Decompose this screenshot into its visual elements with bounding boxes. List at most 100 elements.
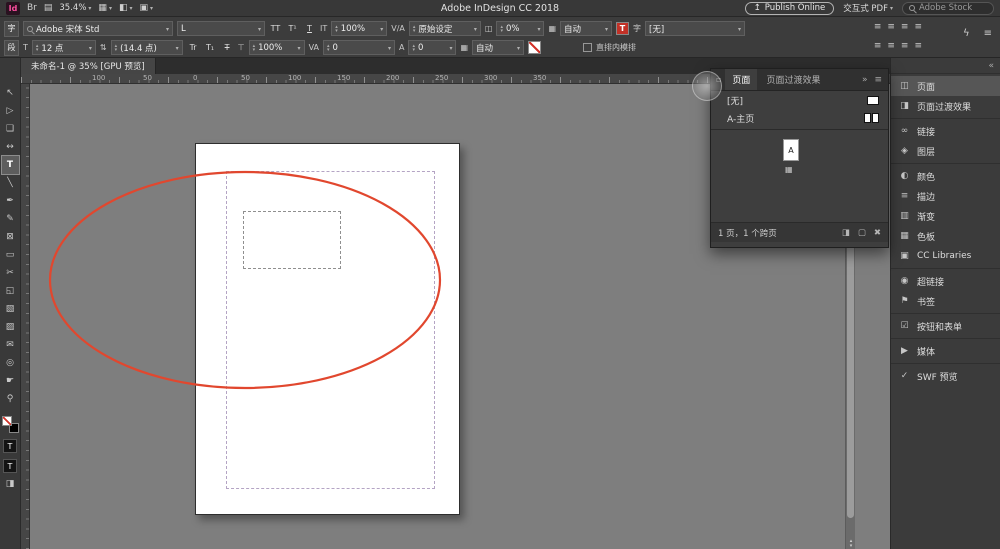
panel-menu-icon[interactable]: ≡ xyxy=(874,75,882,85)
horizontal-scale-select[interactable]: 100% xyxy=(249,40,305,55)
pen-tool[interactable]: ✒ xyxy=(2,192,19,210)
kerning-select[interactable]: 原始设定 xyxy=(409,21,481,36)
dock-item-pages[interactable]: ◫ 页面 xyxy=(891,76,1000,96)
master-row-none[interactable]: [无] xyxy=(711,91,888,109)
tab-page-transitions[interactable]: 页面过渡效果 xyxy=(759,69,827,90)
adaptive-layout-icon[interactable]: ϟ xyxy=(963,28,970,39)
gradient-feather-tool[interactable]: ▨ xyxy=(2,318,19,336)
font-family-select[interactable]: Adobe 宋体 Std xyxy=(23,21,173,36)
zoom-level-select[interactable]: 35.4% xyxy=(59,3,91,13)
red-ellipse-shape[interactable] xyxy=(50,172,440,388)
vertical-scale-select[interactable]: 100% xyxy=(331,21,387,36)
character-formatting-toggle[interactable]: 字 xyxy=(4,21,19,37)
delete-page-icon[interactable]: ✖ xyxy=(874,228,881,238)
view-options-button[interactable]: ▦ xyxy=(98,3,112,13)
proportional-spacing-select[interactable]: 0% xyxy=(496,21,544,36)
gap-tool[interactable]: ↔ xyxy=(2,138,19,156)
align-justify-all-icon[interactable]: ≡ xyxy=(914,41,922,51)
stepper-icon[interactable] xyxy=(327,44,330,52)
stepper-icon[interactable] xyxy=(115,44,118,52)
stroke-color-swatch[interactable] xyxy=(528,41,541,54)
panel-expand-icon[interactable]: » xyxy=(862,75,868,85)
dock-item-swatches[interactable]: ▦ 色板 xyxy=(891,226,1000,246)
stepper-icon[interactable] xyxy=(413,25,416,33)
dock-item-hyperlinks[interactable]: ◉ 超链接 xyxy=(891,271,1000,291)
screen-mode-button[interactable]: ◧ xyxy=(119,3,133,13)
hand-tool[interactable]: ☛ xyxy=(2,372,19,390)
align-left-icon[interactable]: ≡ xyxy=(874,22,882,32)
dock-item-color[interactable]: ◐ 颜色 xyxy=(891,166,1000,186)
publish-online-button[interactable]: ↥ Publish Online xyxy=(745,2,835,15)
align-justify-left-icon[interactable]: ≡ xyxy=(874,41,882,51)
line-tool[interactable]: ╲ xyxy=(2,174,19,192)
dock-item-links[interactable]: ∞ 链接 xyxy=(891,121,1000,141)
stepper-icon[interactable] xyxy=(253,44,256,52)
screen-mode-toggle-icon[interactable]: ◨ xyxy=(6,479,15,489)
formatting-affects-text-button[interactable]: T xyxy=(3,439,17,453)
stepper-icon[interactable] xyxy=(412,44,415,52)
align-right-icon[interactable]: ≡ xyxy=(901,22,909,32)
panel-menu-icon[interactable]: ≡ xyxy=(984,28,992,39)
font-size-select[interactable]: 12 点 xyxy=(32,40,96,55)
small-caps-button[interactable]: Tr xyxy=(187,40,200,55)
grid-jidori-select[interactable]: 自动 xyxy=(560,21,612,36)
zoom-tool[interactable]: ⚲ xyxy=(2,390,19,408)
dock-item-buttons-forms[interactable]: ☑ 按钮和表单 xyxy=(891,316,1000,336)
gradient-swatch-tool[interactable]: ▧ xyxy=(2,300,19,318)
align-center-icon[interactable]: ≡ xyxy=(887,22,895,32)
character-style-select[interactable]: [无] xyxy=(645,21,745,36)
dock-item-swf-preview[interactable]: ✓ SWF 预览 xyxy=(891,366,1000,386)
free-transform-tool[interactable]: ◱ xyxy=(2,282,19,300)
tab-pages[interactable]: 页面 xyxy=(725,69,757,90)
arrange-documents-button[interactable]: ▣ xyxy=(139,3,153,13)
selection-tool[interactable]: ↖ xyxy=(2,84,19,102)
font-style-select[interactable]: L xyxy=(177,21,265,36)
tatechuyoko-checkbox[interactable] xyxy=(583,43,592,52)
direct-selection-tool[interactable]: ▷ xyxy=(2,102,19,120)
pencil-tool[interactable]: ✎ xyxy=(2,210,19,228)
page-1-thumbnail[interactable]: A xyxy=(783,139,799,161)
stepper-icon[interactable] xyxy=(335,25,338,33)
type-tool[interactable]: T xyxy=(2,156,19,174)
rectangle-frame-tool[interactable]: ⊠ xyxy=(2,228,19,246)
subscript-button[interactable]: T₁ xyxy=(204,40,217,55)
document-tab[interactable]: 未命名-1 @ 35% [GPU 预览] xyxy=(21,58,156,74)
dock-item-cc-libraries[interactable]: ▣ CC Libraries xyxy=(891,246,1000,266)
master-row-a[interactable]: A-主页 xyxy=(711,109,888,127)
scissors-tool[interactable]: ✂ xyxy=(2,264,19,282)
new-page-icon[interactable]: ▢ xyxy=(858,228,866,238)
baseline-shift-select[interactable]: 0 xyxy=(408,40,456,55)
character-color-swatch[interactable]: T xyxy=(616,22,629,35)
note-tool[interactable]: ✉ xyxy=(2,336,19,354)
dock-item-bookmarks[interactable]: ⚑ 书签 xyxy=(891,291,1000,311)
strikethrough-button[interactable]: T xyxy=(221,40,234,55)
leading-select[interactable]: (14.4 点) xyxy=(111,40,183,55)
dock-item-gradient[interactable]: ▥ 渐变 xyxy=(891,206,1000,226)
fill-stroke-control[interactable] xyxy=(2,416,19,433)
grid-gyoudori-select[interactable]: 自动 xyxy=(472,40,524,55)
align-justify-icon[interactable]: ≡ xyxy=(914,22,922,32)
stepper-icon[interactable] xyxy=(36,44,39,52)
fill-swatch[interactable] xyxy=(2,416,12,426)
pages-list-area[interactable]: A ▦ xyxy=(711,130,888,222)
rectangle-tool[interactable]: ▭ xyxy=(2,246,19,264)
paragraph-formatting-toggle[interactable]: 段 xyxy=(4,40,19,56)
tracking-select[interactable]: 0 xyxy=(323,40,395,55)
adobe-stock-search-input[interactable]: Adobe Stock xyxy=(902,2,994,15)
dock-item-layers[interactable]: ◈ 图层 xyxy=(891,141,1000,161)
align-justify-right-icon[interactable]: ≡ xyxy=(901,41,909,51)
dock-item-page-transitions[interactable]: ◨ 页面过渡效果 xyxy=(891,96,1000,116)
eyedropper-tool[interactable]: ◎ xyxy=(2,354,19,372)
stack-documents-button[interactable]: ▤ xyxy=(44,3,53,13)
stepper-icon[interactable] xyxy=(500,25,503,33)
export-preset-select[interactable]: 交互式 PDF xyxy=(843,2,893,14)
page-tool[interactable]: ❑ xyxy=(2,120,19,138)
superscript-button[interactable]: T¹ xyxy=(286,21,299,36)
bridge-icon[interactable]: Br xyxy=(27,3,37,13)
dock-expand-icon[interactable]: « xyxy=(988,61,994,71)
align-justify-center-icon[interactable]: ≡ xyxy=(887,41,895,51)
dock-item-stroke[interactable]: ≡ 描边 xyxy=(891,186,1000,206)
all-caps-button[interactable]: TT xyxy=(269,21,282,36)
edit-page-size-icon[interactable]: ◨ xyxy=(842,228,850,238)
formatting-affects-container-button[interactable]: T xyxy=(3,459,17,473)
